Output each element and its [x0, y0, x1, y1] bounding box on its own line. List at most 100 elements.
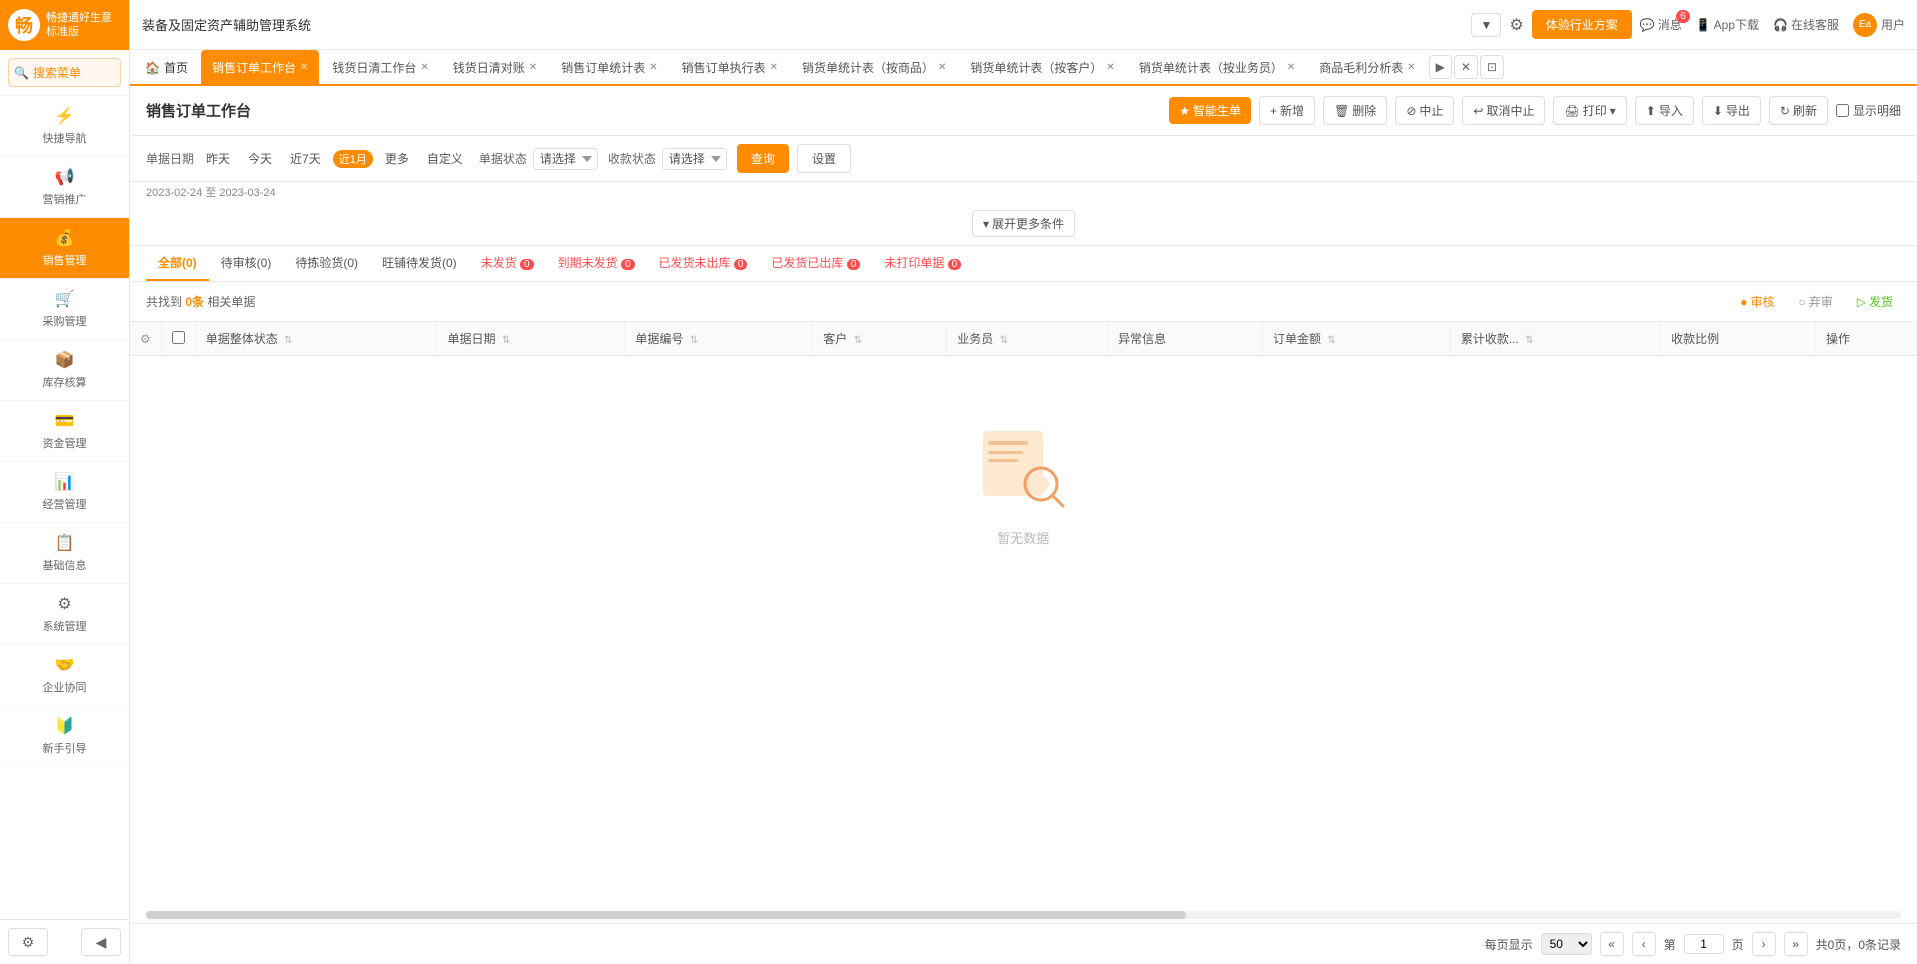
- show-detail-checkbox[interactable]: [1836, 104, 1849, 117]
- stop-button[interactable]: ⊘ 中止: [1395, 96, 1454, 125]
- close-tab-sales-by-staff[interactable]: ✕: [1287, 62, 1295, 73]
- tab-cash-daily[interactable]: 钱货日清工作台 ✕: [321, 50, 439, 84]
- subtab-shipped-not-out[interactable]: 已发货未出库 0: [647, 246, 760, 281]
- sidebar-item-inventory[interactable]: 📦 库存核算: [0, 340, 129, 401]
- payment-select[interactable]: 请选择: [662, 148, 727, 170]
- page-input[interactable]: [1684, 934, 1724, 954]
- expand-conditions-button[interactable]: ▾ 展开更多条件: [972, 210, 1075, 237]
- set-button[interactable]: 设置: [797, 144, 851, 173]
- scrollbar-thumb[interactable]: [146, 911, 1186, 919]
- collapse-sidebar-button[interactable]: ◀: [81, 928, 121, 956]
- subtab-all[interactable]: 全部(0): [146, 246, 209, 281]
- select-all-checkbox[interactable]: [172, 331, 185, 344]
- audit-button[interactable]: ● 审核: [1732, 290, 1782, 313]
- subtab-pending-check[interactable]: 待拣验货(0): [283, 246, 370, 281]
- message-button[interactable]: 💬 消息 6: [1640, 16, 1682, 33]
- subtab-not-printed[interactable]: 未打印单据 0: [872, 246, 973, 281]
- import-button[interactable]: ⬆ 导入: [1635, 96, 1694, 125]
- sort-amount-icon[interactable]: ⇅: [1327, 335, 1335, 346]
- close-tab-gross-margin[interactable]: ✕: [1407, 62, 1415, 73]
- tab-sales-by-customer[interactable]: 销货单统计表（按客户） ✕: [959, 50, 1125, 84]
- subtab-shipped-out[interactable]: 已发货已出库 0: [759, 246, 872, 281]
- cancel-stop-button[interactable]: ↩ 取消中止: [1462, 96, 1545, 125]
- subtab-pending-review[interactable]: 待审核(0): [209, 246, 284, 281]
- per-page-select[interactable]: 50 10 20 100: [1541, 933, 1592, 955]
- gear-icon[interactable]: ⚙: [1509, 15, 1523, 35]
- next-page-button[interactable]: ›: [1752, 932, 1776, 956]
- sidebar-item-marketing[interactable]: 📢 营销推广: [0, 157, 129, 218]
- sort-date-icon[interactable]: ⇅: [502, 335, 510, 346]
- smart-create-button[interactable]: ★ 智能生单: [1169, 97, 1251, 124]
- tab-cash-reconcile[interactable]: 钱货日清对账 ✕: [442, 50, 548, 84]
- last-page-button[interactable]: »: [1784, 932, 1808, 956]
- tab-gross-margin[interactable]: 商品毛利分析表 ✕: [1308, 50, 1426, 84]
- print-button[interactable]: 🖨 打印 ▾: [1553, 96, 1626, 125]
- close-tab-cash-daily[interactable]: ✕: [420, 62, 428, 73]
- solution-button[interactable]: 体验行业方案: [1532, 10, 1632, 39]
- show-detail-label[interactable]: 显示明细: [1836, 102, 1901, 119]
- tab-home[interactable]: 🏠 首页: [134, 50, 199, 84]
- sort-number-icon[interactable]: ⇅: [690, 335, 698, 346]
- date-opt-custom[interactable]: 自定义: [421, 148, 469, 169]
- message-badge: 6: [1676, 10, 1690, 23]
- sidebar-item-label: 资金管理: [43, 435, 87, 451]
- sidebar-item-quick-nav[interactable]: ⚡ 快捷导航: [0, 96, 129, 157]
- tab-close-all[interactable]: ✕: [1454, 55, 1478, 79]
- date-opt-yesterday[interactable]: 昨天: [200, 148, 236, 169]
- system-dropdown[interactable]: ▼: [1471, 13, 1501, 37]
- tab-sales-by-staff[interactable]: 销货单统计表（按业务员） ✕: [1128, 50, 1306, 84]
- date-opt-today[interactable]: 今天: [242, 148, 278, 169]
- refresh-button[interactable]: ↻ 刷新: [1769, 96, 1828, 125]
- ship-button[interactable]: ▷ 发货: [1849, 290, 1901, 313]
- sort-staff-icon[interactable]: ⇅: [1000, 335, 1008, 346]
- marketing-icon: 📢: [55, 167, 75, 187]
- status-select[interactable]: 请选择: [533, 148, 598, 170]
- sidebar-item-operation[interactable]: 📊 经营管理: [0, 462, 129, 523]
- online-service-button[interactable]: 🎧 在线客服: [1773, 16, 1839, 33]
- new-button[interactable]: + 新增: [1259, 96, 1315, 125]
- sidebar-item-system[interactable]: ⚙ 系统管理: [0, 584, 129, 645]
- close-tab-sales-by-product[interactable]: ✕: [938, 62, 946, 73]
- user-info[interactable]: Ea 用户: [1853, 13, 1905, 37]
- cooperation-icon: 🤝: [55, 655, 75, 675]
- col-settings[interactable]: ⚙: [130, 322, 161, 356]
- date-opt-7days[interactable]: 近7天: [284, 148, 327, 169]
- sidebar-item-sales[interactable]: 💰 销售管理: [0, 218, 129, 279]
- subtab-wangpu-pending[interactable]: 旺铺待发货(0): [370, 246, 469, 281]
- subtab-not-shipped[interactable]: 未发货 0: [469, 246, 546, 281]
- tab-sales-stat[interactable]: 销售订单统计表 ✕: [550, 50, 668, 84]
- tab-sales-exec[interactable]: 销售订单执行表 ✕: [671, 50, 789, 84]
- app-download-button[interactable]: 📱 App下载: [1696, 16, 1759, 33]
- scrollbar-track[interactable]: [146, 911, 1901, 919]
- close-tab-sales-exec[interactable]: ✕: [770, 62, 778, 73]
- sort-customer-icon[interactable]: ⇅: [854, 335, 862, 346]
- query-button[interactable]: 查询: [737, 144, 789, 173]
- settings-bottom-button[interactable]: ⚙: [8, 928, 48, 956]
- tab-sales-by-product[interactable]: 销货单统计表（按商品） ✕: [791, 50, 957, 84]
- cancel-audit-button[interactable]: ○ 弃审: [1790, 290, 1840, 313]
- first-page-button[interactable]: «: [1600, 932, 1624, 956]
- close-tab-sales-workbench[interactable]: ✕: [300, 62, 308, 73]
- date-opt-1month[interactable]: 近1月: [333, 150, 373, 168]
- sort-status-icon[interactable]: ⇅: [284, 335, 292, 346]
- subtab-expired-not-shipped[interactable]: 到期未发货 0: [546, 246, 647, 281]
- sidebar-item-cooperation[interactable]: 🤝 企业协同: [0, 645, 129, 706]
- sort-collected-icon[interactable]: ⇅: [1525, 335, 1533, 346]
- tab-scroll-right[interactable]: ▶: [1429, 55, 1452, 79]
- sidebar-item-purchase[interactable]: 🛒 采购管理: [0, 279, 129, 340]
- prev-page-button[interactable]: ‹: [1632, 932, 1656, 956]
- search-menu-button[interactable]: 🔍 搜索菜单: [8, 58, 121, 87]
- page-label: 第: [1664, 936, 1676, 953]
- sidebar-item-finance[interactable]: 💳 资金管理: [0, 401, 129, 462]
- tab-menu[interactable]: ⊡: [1480, 55, 1504, 79]
- sidebar-item-guide[interactable]: 🔰 新手引导: [0, 706, 129, 767]
- close-tab-sales-stat[interactable]: ✕: [649, 62, 657, 73]
- filter-actions: 查询 设置: [737, 144, 851, 173]
- sidebar-item-basic-info[interactable]: 📋 基础信息: [0, 523, 129, 584]
- export-button[interactable]: ⬇ 导出: [1702, 96, 1761, 125]
- close-tab-sales-by-customer[interactable]: ✕: [1106, 62, 1114, 73]
- tab-sales-workbench[interactable]: 销售订单工作台 ✕: [201, 50, 319, 84]
- close-tab-cash-reconcile[interactable]: ✕: [529, 62, 537, 73]
- delete-button[interactable]: 🗑 删除: [1323, 96, 1387, 125]
- date-opt-more[interactable]: 更多: [379, 148, 415, 169]
